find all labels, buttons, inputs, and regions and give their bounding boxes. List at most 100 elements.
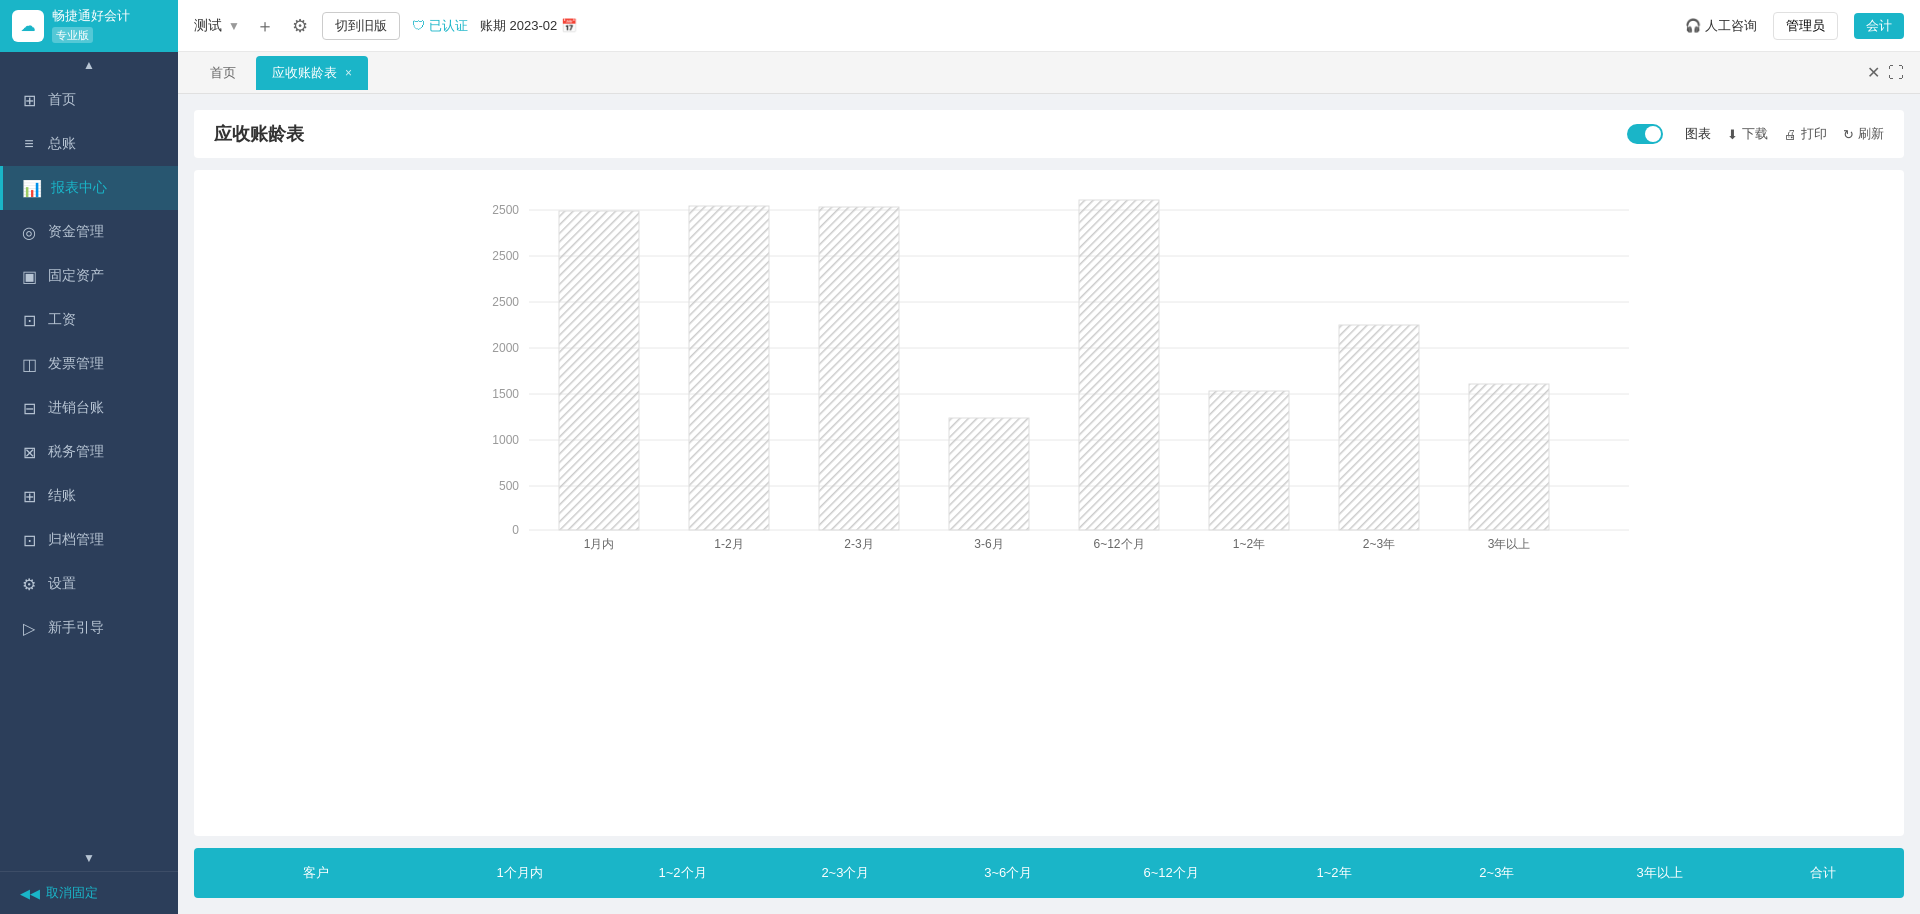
sidebar-item-ledger[interactable]: ≡ 总账 (0, 122, 178, 166)
sidebar-label-payroll: 工资 (48, 311, 76, 329)
chart-toggle[interactable] (1627, 124, 1663, 144)
topbar-right: 🎧 人工咨询 管理员 会计 (1685, 12, 1904, 40)
role-button[interactable]: 会计 (1854, 13, 1904, 39)
close-window-icon[interactable]: ✕ (1867, 63, 1880, 82)
logo-icon: ☁ (12, 10, 44, 42)
period-label: 账期 (480, 18, 506, 33)
settings-gear-button[interactable]: ⚙ (288, 11, 312, 41)
logo-text: 畅捷通好会计 专业版 (52, 8, 130, 44)
pin-action[interactable]: ◀◀ 取消固定 (0, 871, 178, 914)
tab-receivable-aging[interactable]: 应收账龄表 × (256, 56, 368, 90)
sidebar-item-settings[interactable]: ⚙ 设置 (0, 562, 178, 606)
sidebar-item-payroll[interactable]: ⊡ 工资 (0, 298, 178, 342)
closing-icon: ⊞ (20, 487, 38, 505)
calendar-icon[interactable]: 📅 (561, 18, 577, 33)
old-version-button[interactable]: 切到旧版 (322, 12, 400, 40)
svg-text:6~12个月: 6~12个月 (1093, 537, 1144, 551)
consult-text: 人工咨询 (1705, 17, 1757, 35)
app-edition: 专业版 (52, 27, 93, 43)
svg-text:2~3年: 2~3年 (1363, 537, 1395, 551)
print-button[interactable]: 🖨 打印 (1784, 125, 1827, 143)
tab-close-icon[interactable]: × (345, 66, 352, 80)
sidebar-label-purchase: 进销台账 (48, 399, 104, 417)
th-month-1: 1个月内 (438, 848, 601, 898)
print-label: 打印 (1801, 125, 1827, 143)
svg-text:2500: 2500 (492, 249, 519, 263)
svg-text:1000: 1000 (492, 433, 519, 447)
th-year-1-2: 1~2年 (1253, 848, 1416, 898)
refresh-button[interactable]: ↻ 刷新 (1843, 125, 1884, 143)
th-month-1-2: 1~2个月 (601, 848, 764, 898)
sidebar: ☁ 畅捷通好会计 专业版 ▲ ⊞ 首页 ≡ 总账 📊 报表中心 ◎ 资金管理 ▣… (0, 0, 178, 914)
bar-8 (1469, 384, 1549, 530)
th-month-2-3: 2~3个月 (764, 848, 927, 898)
sidebar-label-closing: 结账 (48, 487, 76, 505)
sidebar-item-reports[interactable]: 📊 报表中心 (0, 166, 178, 210)
th-month-3-6: 3~6个月 (927, 848, 1090, 898)
sidebar-label-assets: 固定资产 (48, 267, 104, 285)
app-name: 畅捷通好会计 (52, 8, 130, 25)
bar-7 (1339, 325, 1419, 530)
user-button[interactable]: 管理员 (1773, 12, 1838, 40)
sidebar-label-invoice: 发票管理 (48, 355, 104, 373)
workspace-selector[interactable]: 测试 ▼ (194, 17, 240, 35)
sidebar-label-reports: 报表中心 (51, 179, 107, 197)
consult-button[interactable]: 🎧 人工咨询 (1685, 17, 1757, 35)
scroll-down-arrow[interactable]: ▼ (83, 849, 95, 867)
shield-icon: 🛡 (412, 18, 425, 33)
tab-active-label: 应收账龄表 (272, 64, 337, 82)
tab-home[interactable]: 首页 (194, 56, 252, 90)
th-year-3plus: 3年以上 (1578, 848, 1741, 898)
topbar: 测试 ▼ ＋ ⚙ 切到旧版 🛡 已认证 账期 2023-02 📅 🎧 人工咨询 … (178, 0, 1920, 52)
sidebar-label-settings: 设置 (48, 575, 76, 593)
refresh-icon: ↻ (1843, 127, 1854, 142)
sidebar-item-home[interactable]: ⊞ 首页 (0, 78, 178, 122)
sidebar-label-guide: 新手引导 (48, 619, 104, 637)
tax-icon: ⊠ (20, 443, 38, 461)
refresh-label: 刷新 (1858, 125, 1884, 143)
chart-area: 2500 2500 2500 2000 1500 1000 500 0 (214, 190, 1884, 570)
download-icon: ⬇ (1727, 127, 1738, 142)
sidebar-item-invoice[interactable]: ◫ 发票管理 (0, 342, 178, 386)
svg-text:2-3月: 2-3月 (844, 537, 873, 551)
sidebar-item-funds[interactable]: ◎ 资金管理 (0, 210, 178, 254)
sidebar-item-guide[interactable]: ▷ 新手引导 (0, 606, 178, 650)
logo-area: ☁ 畅捷通好会计 专业版 (0, 0, 178, 52)
main-area: 测试 ▼ ＋ ⚙ 切到旧版 🛡 已认证 账期 2023-02 📅 🎧 人工咨询 … (178, 0, 1920, 914)
sidebar-label-tax: 税务管理 (48, 443, 104, 461)
assets-icon: ▣ (20, 267, 38, 285)
download-label: 下载 (1742, 125, 1768, 143)
settings-icon: ⚙ (20, 575, 38, 593)
svg-text:1月内: 1月内 (584, 537, 615, 551)
ledger-icon: ≡ (20, 135, 38, 153)
add-button[interactable]: ＋ (252, 10, 278, 42)
sidebar-nav: ⊞ 首页 ≡ 总账 📊 报表中心 ◎ 资金管理 ▣ 固定资产 ⊡ 工资 ◫ 发票… (0, 78, 178, 845)
topbar-actions: ＋ ⚙ 切到旧版 (252, 10, 400, 42)
sidebar-item-archive[interactable]: ⊡ 归档管理 (0, 518, 178, 562)
sidebar-label-home: 首页 (48, 91, 76, 109)
sidebar-item-closing[interactable]: ⊞ 结账 (0, 474, 178, 518)
sidebar-item-tax[interactable]: ⊠ 税务管理 (0, 430, 178, 474)
chart-container: 2500 2500 2500 2000 1500 1000 500 0 (194, 170, 1904, 836)
sidebar-item-assets[interactable]: ▣ 固定资产 (0, 254, 178, 298)
svg-text:3年以上: 3年以上 (1488, 537, 1531, 551)
bar-5 (1079, 200, 1159, 530)
period-value: 2023-02 (510, 18, 558, 33)
tab-bar-controls: ✕ ⛶ (1867, 63, 1904, 82)
guide-icon: ▷ (20, 619, 38, 637)
scroll-down-indicator: ▼ (0, 845, 178, 871)
svg-text:500: 500 (499, 479, 519, 493)
tabbar: 首页 应收账龄表 × ✕ ⛶ (178, 52, 1920, 94)
payroll-icon: ⊡ (20, 311, 38, 329)
table-container: 客户 1个月内 1~2个月 2~3个月 3~6个月 6~12个月 1~2年 2~… (194, 848, 1904, 898)
th-year-2-3: 2~3年 (1415, 848, 1578, 898)
bar-4 (949, 418, 1029, 530)
sidebar-item-purchase[interactable]: ⊟ 进销台账 (0, 386, 178, 430)
svg-text:2500: 2500 (492, 295, 519, 309)
certified-badge: 🛡 已认证 (412, 17, 468, 35)
fullscreen-icon[interactable]: ⛶ (1888, 64, 1904, 82)
download-button[interactable]: ⬇ 下载 (1727, 125, 1768, 143)
scroll-up-arrow[interactable]: ▲ (83, 56, 95, 74)
headset-icon: 🎧 (1685, 18, 1701, 33)
page-actions: 图表 ⬇ 下载 🖨 打印 ↻ 刷新 (1627, 124, 1884, 144)
